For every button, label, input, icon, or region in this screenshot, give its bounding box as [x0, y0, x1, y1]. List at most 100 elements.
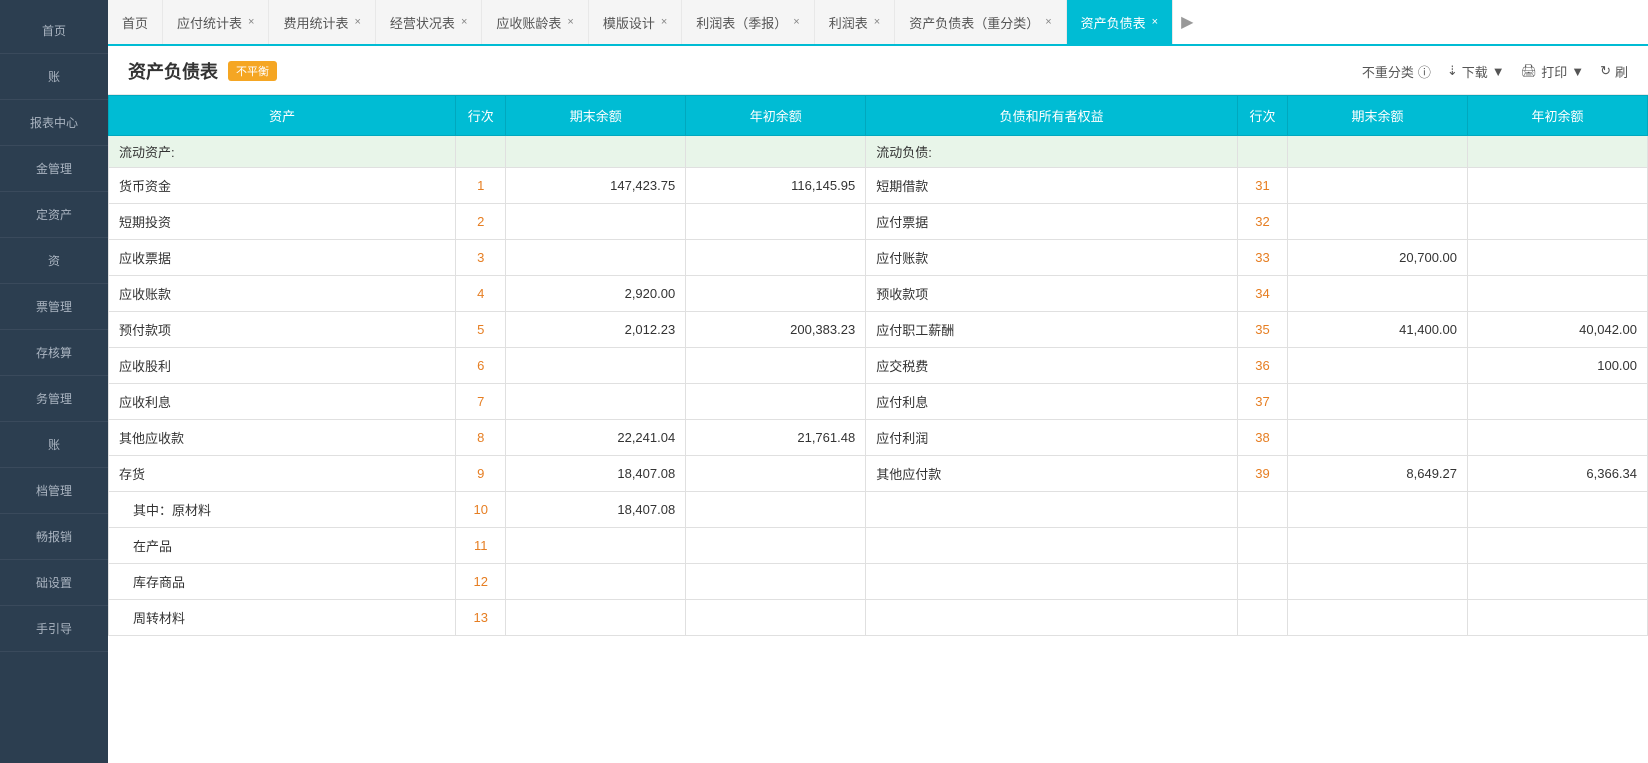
tab-close-icon[interactable]: × — [567, 16, 573, 28]
tab-资产负债表[interactable]: 资产负债表× — [1067, 0, 1173, 44]
refresh-icon: ↻ — [1600, 63, 1611, 79]
left-begin-balance — [686, 204, 866, 240]
table-row: 应收票据3应付账款3320,700.00 — [109, 240, 1648, 276]
tab-close-icon[interactable]: × — [793, 16, 799, 28]
right-item — [866, 600, 1238, 636]
table-row: 其他应收款822,241.0421,761.48应付利润38 — [109, 420, 1648, 456]
sidebar-item-fixed-assets[interactable]: 定资产 — [0, 192, 108, 238]
tab-应收账龄表[interactable]: 应收账龄表× — [482, 0, 588, 44]
right-row-num: 31 — [1238, 168, 1288, 204]
tab-scroll-arrow[interactable]: ▶ — [1173, 0, 1201, 44]
sidebar-item-inventory[interactable]: 存核算 — [0, 330, 108, 376]
download-icon: ⇣ — [1447, 63, 1458, 79]
right-begin-balance: 100.00 — [1468, 348, 1648, 384]
tab-close-icon[interactable]: × — [354, 16, 360, 28]
tab-资产负债表重分类[interactable]: 资产负债表（重分类）× — [895, 0, 1066, 44]
sidebar-item-report-center[interactable]: 报表中心 — [0, 100, 108, 146]
refresh-btn[interactable]: ↻ 刷 — [1600, 62, 1628, 81]
sidebar-item-guide[interactable]: 手引导 — [0, 606, 108, 652]
tab-close-icon[interactable]: × — [1152, 16, 1158, 28]
left-end-balance — [506, 564, 686, 600]
print-btn[interactable]: 🖨 打印 ▼ — [1521, 62, 1584, 81]
header-actions: 不重分类 ⓘ ⇣ 下载 ▼ 🖨 打印 ▼ ↻ 刷 — [1362, 62, 1628, 81]
classification-label: 不重分类 — [1362, 62, 1414, 81]
tab-费用统计表[interactable]: 费用统计表× — [269, 0, 375, 44]
left-row-num: 10 — [456, 492, 506, 528]
sidebar-item-expense[interactable]: 畅报销 — [0, 514, 108, 560]
table-row: 应收账款42,920.00预收款项34 — [109, 276, 1648, 312]
right-begin-balance: 40,042.00 — [1468, 312, 1648, 348]
download-arrow-icon: ▼ — [1492, 64, 1505, 79]
sidebar-item-archive-mgmt[interactable]: 档管理 — [0, 468, 108, 514]
right-item: 应付票据 — [866, 204, 1238, 240]
tab-经营状况表[interactable]: 经营状况表× — [376, 0, 482, 44]
table-col-1: 行次 — [456, 96, 506, 136]
right-begin-balance — [1468, 492, 1648, 528]
sidebar-item-home[interactable]: 首页 — [0, 8, 108, 54]
right-item — [866, 528, 1238, 564]
left-begin-balance — [686, 600, 866, 636]
left-end-balance: 2,920.00 — [506, 276, 686, 312]
left-item: 在产品 — [109, 528, 456, 564]
right-end-balance — [1288, 384, 1468, 420]
tab-利润表[interactable]: 利润表× — [815, 0, 895, 44]
table-col-3: 年初余额 — [686, 96, 866, 136]
table-row: 流动资产:流动负债: — [109, 136, 1648, 168]
right-begin-balance — [1468, 528, 1648, 564]
right-row-num — [1238, 528, 1288, 564]
left-end-balance: 18,407.08 — [506, 492, 686, 528]
table-row: 周转材料13 — [109, 600, 1648, 636]
tab-close-icon[interactable]: × — [661, 16, 667, 28]
table-container: 资产行次期末余额年初余额负债和所有者权益行次期末余额年初余额 流动资产:流动负债… — [108, 95, 1648, 763]
right-row-num — [1238, 600, 1288, 636]
right-item: 应付利润 — [866, 420, 1238, 456]
sidebar: 首页账报表中心金管理定资产资票管理存核算务管理账档管理畅报销础设置手引导 — [0, 0, 108, 763]
tab-close-icon[interactable]: × — [1045, 16, 1051, 28]
right-item: 应付账款 — [866, 240, 1238, 276]
help-icon: ⓘ — [1418, 62, 1431, 81]
tab-bar: 首页应付统计表×费用统计表×经营状况表×应收账龄表×模版设计×利润表（季报）×利… — [108, 0, 1648, 46]
right-end-balance: 8,649.27 — [1288, 456, 1468, 492]
right-end-balance — [1288, 276, 1468, 312]
left-item: 货币资金 — [109, 168, 456, 204]
left-begin-balance: 200,383.23 — [686, 312, 866, 348]
classification-btn[interactable]: 不重分类 ⓘ — [1362, 62, 1431, 81]
left-row-num: 4 — [456, 276, 506, 312]
left-end-balance: 147,423.75 — [506, 168, 686, 204]
sidebar-item-ledger[interactable]: 账 — [0, 422, 108, 468]
download-btn[interactable]: ⇣ 下载 ▼ — [1447, 62, 1505, 81]
tab-close-icon[interactable]: × — [248, 16, 254, 28]
left-item: 应收利息 — [109, 384, 456, 420]
right-end-balance — [1288, 492, 1468, 528]
sidebar-item-invoice-mgmt[interactable]: 票管理 — [0, 284, 108, 330]
left-item: 预付款项 — [109, 312, 456, 348]
table-col-4: 负债和所有者权益 — [866, 96, 1238, 136]
balance-sheet-table: 资产行次期末余额年初余额负债和所有者权益行次期末余额年初余额 流动资产:流动负债… — [108, 95, 1648, 636]
tab-利润表季报[interactable]: 利润表（季报）× — [682, 0, 814, 44]
right-row-num: 33 — [1238, 240, 1288, 276]
sidebar-item-affairs-mgmt[interactable]: 务管理 — [0, 376, 108, 422]
tab-close-icon[interactable]: × — [461, 16, 467, 28]
sidebar-item-fund-mgmt[interactable]: 金管理 — [0, 146, 108, 192]
sidebar-item-basic-settings[interactable]: 础设置 — [0, 560, 108, 606]
section-cell-1 — [456, 136, 506, 168]
tab-close-icon[interactable]: × — [874, 16, 880, 28]
print-arrow-icon: ▼ — [1571, 64, 1584, 79]
sidebar-item-resource[interactable]: 资 — [0, 238, 108, 284]
left-end-balance — [506, 528, 686, 564]
left-end-balance — [506, 384, 686, 420]
right-item: 短期借款 — [866, 168, 1238, 204]
left-end-balance — [506, 204, 686, 240]
section-cell-4: 流动负债: — [866, 136, 1238, 168]
table-row: 库存商品12 — [109, 564, 1648, 600]
left-item: 周转材料 — [109, 600, 456, 636]
tab-首页[interactable]: 首页 — [108, 0, 163, 44]
tab-模版设计[interactable]: 模版设计× — [589, 0, 682, 44]
table-row: 存货918,407.08其他应付款398,649.276,366.34 — [109, 456, 1648, 492]
sidebar-item-account[interactable]: 账 — [0, 54, 108, 100]
tab-应付统计表[interactable]: 应付统计表× — [163, 0, 269, 44]
left-begin-balance — [686, 528, 866, 564]
page-title-area: 资产负债表 不平衡 — [128, 58, 277, 84]
right-item: 应交税费 — [866, 348, 1238, 384]
left-end-balance — [506, 600, 686, 636]
